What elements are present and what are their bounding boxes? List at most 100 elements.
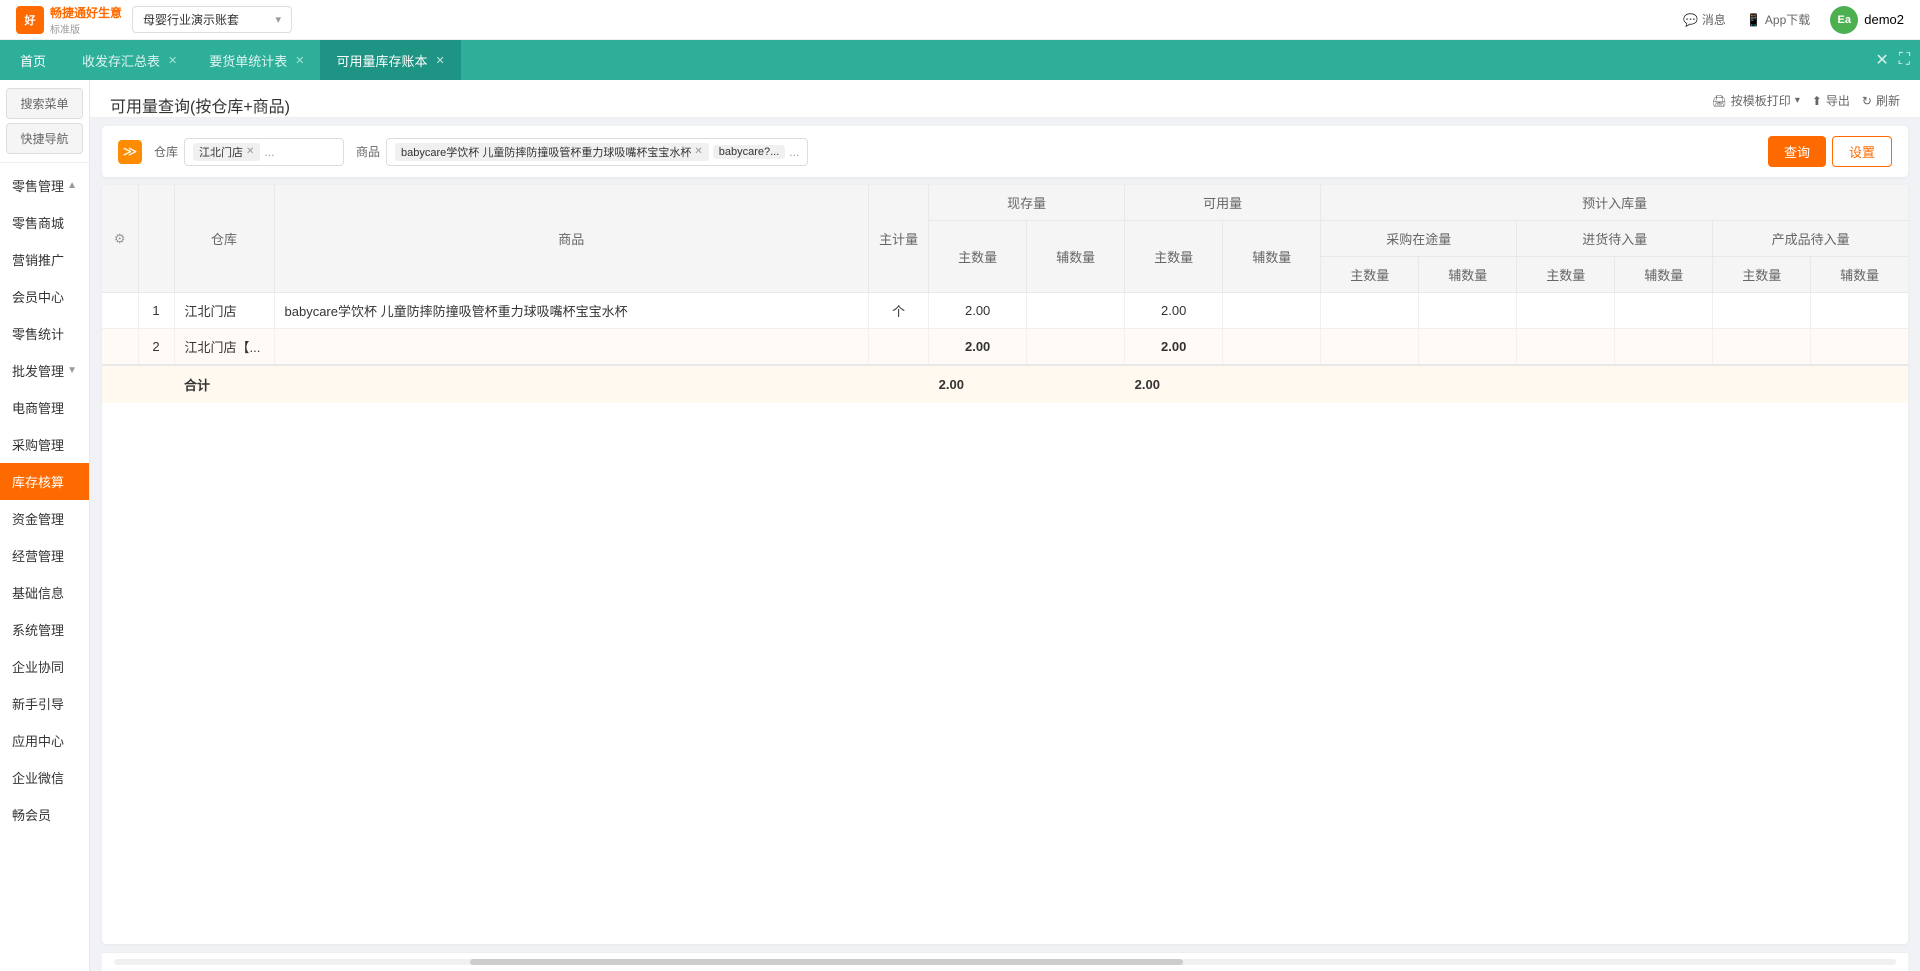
logo-icon: 好 — [16, 6, 44, 34]
cell-gear — [102, 293, 138, 329]
summary-gear — [102, 365, 138, 403]
sidebar-item-vip[interactable]: 畅会员 — [0, 796, 89, 833]
sidebar-item-basics[interactable]: 基础信息 — [0, 574, 89, 611]
page-header-actions: 🖨 按模板打印 ▾ ⬆ 导出 ↻ 刷新 — [1712, 92, 1900, 117]
sidebar-item-enterprise[interactable]: 企业协同 — [0, 648, 89, 685]
sidebar-item-apps[interactable]: 应用中心 — [0, 722, 89, 759]
sidebar-item-member[interactable]: 会员中心 — [0, 278, 89, 315]
warehouse-label: 仓库 — [154, 143, 178, 160]
tab-inventory[interactable]: 可用量库存账本 ✕ — [320, 40, 460, 80]
th-index — [138, 185, 174, 293]
summary-avail-main: 2.00 — [1125, 365, 1223, 403]
warehouse-input[interactable]: 江北门店 ✕ ... — [184, 138, 344, 166]
close-receipts-icon[interactable]: ✕ — [168, 54, 177, 67]
th-prod-aux: 辅数量 — [1811, 257, 1908, 293]
summary-prod-main — [1713, 365, 1811, 403]
sidebar-item-retail-store[interactable]: 零售商城 — [0, 204, 89, 241]
chevron-up-icon: ▲ — [67, 180, 77, 191]
sidebar-item-newbie[interactable]: 新手引导 — [0, 685, 89, 722]
cell-purchase-aux-2 — [1419, 329, 1517, 366]
expand-window-icon[interactable]: ⛶ — [1899, 51, 1910, 69]
tab-receipts[interactable]: 收发存汇总表 ✕ — [66, 40, 193, 80]
cell-warehouse-2: 江北门店【... — [174, 329, 274, 366]
cell-avail-main-2: 2.00 — [1125, 329, 1223, 366]
close-orders-icon[interactable]: ✕ — [295, 54, 304, 67]
product-input[interactable]: babycare学饮杯 儿童防摔防撞吸管杯重力球吸嘴杯宝宝水杯 ✕ babyca… — [386, 138, 808, 166]
cell-pending-aux — [1615, 293, 1713, 329]
sidebar-item-wholesale[interactable]: 批发管理 ▼ — [0, 352, 89, 389]
sidebar-item-finance[interactable]: 资金管理 — [0, 500, 89, 537]
cell-index: 1 — [138, 293, 174, 329]
sidebar-item-wechat[interactable]: 企业微信 — [0, 759, 89, 796]
sidebar-item-retail-mgmt[interactable]: 零售管理 ▲ — [0, 167, 89, 204]
export-button[interactable]: ⬆ 导出 — [1812, 92, 1850, 109]
th-purchase-pending: 进货待入量 — [1517, 221, 1713, 257]
main-layout: 搜索菜单 快捷导航 零售管理 ▲ 零售商城 营销推广 会员中心 零售统计 批发管… — [0, 80, 1920, 971]
th-purchase-main: 主数量 — [1321, 257, 1419, 293]
th-current-aux: 辅数量 — [1027, 221, 1125, 293]
warehouse-tag: 江北门店 ✕ — [193, 143, 260, 161]
search-menu-button[interactable]: 搜索菜单 — [6, 88, 83, 119]
sidebar-item-ecommerce[interactable]: 电商管理 — [0, 389, 89, 426]
sidebar-item-operations[interactable]: 经营管理 — [0, 537, 89, 574]
expand-filter-button[interactable]: ≫ — [118, 140, 142, 164]
th-product: 商品 — [274, 185, 869, 293]
print-icon: 🖨 — [1712, 94, 1727, 108]
sidebar-item-retail-stats[interactable]: 零售统计 — [0, 315, 89, 352]
cell-current-main: 2.00 — [929, 293, 1027, 329]
sidebar-item-system[interactable]: 系统管理 — [0, 611, 89, 648]
product-more: ... — [789, 145, 799, 159]
quick-nav-button[interactable]: 快捷导航 — [6, 123, 83, 154]
industry-selector[interactable]: 母婴行业演示账套 ▾ — [132, 6, 292, 33]
sidebar-item-marketing[interactable]: 营销推广 — [0, 241, 89, 278]
cell-current-main-2: 2.00 — [929, 329, 1027, 366]
page-title: 可用量查询(按仓库+商品) — [110, 93, 290, 117]
gear-icon[interactable]: ⚙ — [114, 231, 126, 246]
summary-avail-aux — [1223, 365, 1321, 403]
close-window-icon[interactable]: ✕ — [1875, 50, 1888, 70]
cell-prod-aux — [1811, 293, 1908, 329]
warehouse-more: ... — [264, 145, 274, 159]
sidebar-section: 零售管理 ▲ 零售商城 营销推广 会员中心 零售统计 批发管理 ▼ 电商管理 — [0, 163, 89, 837]
message-action[interactable]: 💬 消息 — [1683, 11, 1726, 28]
warehouse-filter: 仓库 江北门店 ✕ ... — [154, 138, 344, 166]
user-area[interactable]: Ea demo2 — [1830, 6, 1904, 34]
th-forecast-group: 预计入库量 — [1321, 185, 1908, 221]
th-production-pending: 产成品待入量 — [1713, 221, 1908, 257]
logo-area: 好 畅捷通好生意 标准版 — [16, 4, 122, 36]
download-action[interactable]: 📱 App下载 — [1746, 11, 1810, 28]
username: demo2 — [1864, 12, 1904, 27]
cell-avail-aux — [1223, 293, 1321, 329]
cell-index-2: 2 — [138, 329, 174, 366]
print-button[interactable]: 🖨 按模板打印 ▾ — [1712, 92, 1800, 109]
inventory-table: ⚙ 仓库 商品 主计量 现存量 可用量 预计入库量 主数量 辅数量 主数量 — [102, 185, 1908, 403]
table-row: 2 江北门店【... 2.00 2.00 — [102, 329, 1908, 366]
cell-purchase-aux — [1419, 293, 1517, 329]
th-current-stock-group: 现存量 — [929, 185, 1125, 221]
logo-text: 畅捷通好生意 标准版 — [50, 4, 122, 36]
sidebar-item-purchase[interactable]: 采购管理 — [0, 426, 89, 463]
summary-prod-aux — [1811, 365, 1908, 403]
chevron-down-icon: ▼ — [67, 365, 77, 376]
warehouse-tag-close[interactable]: ✕ — [246, 146, 254, 157]
summary-row: 合计 2.00 2.00 — [102, 365, 1908, 403]
th-pending-aux: 辅数量 — [1615, 257, 1713, 293]
tab-home[interactable]: 首页 — [0, 40, 66, 80]
scrollbar-thumb[interactable] — [470, 959, 1183, 965]
cell-warehouse: 江北门店 — [174, 293, 274, 329]
th-purchase-transit: 采购在途量 — [1321, 221, 1517, 257]
cell-prod-main — [1713, 293, 1811, 329]
scrollbar-track[interactable] — [114, 959, 1896, 965]
tab-orders[interactable]: 要货单统计表 ✕ — [193, 40, 320, 80]
product-tag-1-close[interactable]: ✕ — [694, 146, 702, 157]
close-inventory-icon[interactable]: ✕ — [436, 54, 445, 67]
sidebar-item-inventory-check[interactable]: 库存核算 — [0, 463, 89, 500]
refresh-icon: ↻ — [1862, 94, 1872, 108]
query-button[interactable]: 查询 — [1768, 136, 1826, 167]
settings-button[interactable]: 设置 — [1832, 136, 1892, 167]
summary-pending-aux — [1615, 365, 1713, 403]
th-gear[interactable]: ⚙ — [102, 185, 138, 293]
download-icon: 📱 — [1746, 13, 1761, 27]
refresh-button[interactable]: ↻ 刷新 — [1862, 92, 1900, 109]
product-tag-1: babycare学饮杯 儿童防摔防撞吸管杯重力球吸嘴杯宝宝水杯 ✕ — [395, 143, 709, 161]
